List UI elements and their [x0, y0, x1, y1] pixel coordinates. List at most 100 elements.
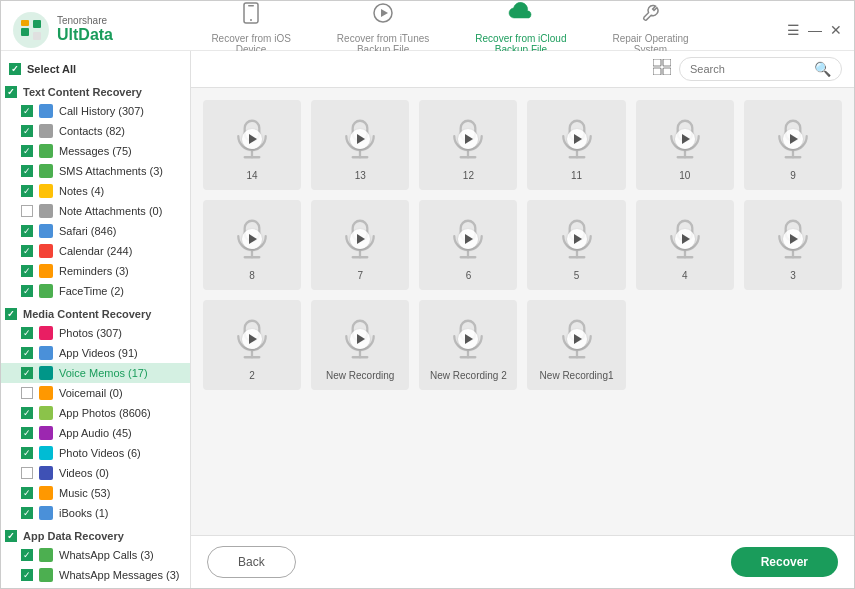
sidebar-item-app-videos[interactable]: ✓ App Videos (91)	[1, 343, 190, 363]
sms-checkbox[interactable]: ✓	[21, 165, 33, 177]
grid-item-13[interactable]: 13	[311, 100, 409, 190]
calendar-checkbox[interactable]: ✓	[21, 245, 33, 257]
play-button-8[interactable]	[242, 229, 262, 249]
back-button[interactable]: Back	[207, 546, 296, 578]
sidebar-item-voicemail[interactable]: Voicemail (0)	[1, 383, 190, 403]
facetime-checkbox[interactable]: ✓	[21, 285, 33, 297]
minimize-button[interactable]: —	[808, 22, 822, 38]
sidebar-item-voice-memos[interactable]: ✓ Voice Memos (17)	[1, 363, 190, 383]
sidebar-item-notes[interactable]: ✓ Notes (4)	[1, 181, 190, 201]
select-all-checkbox[interactable]: ✓	[9, 63, 21, 75]
safari-checkbox[interactable]: ✓	[21, 225, 33, 237]
appvideos-checkbox[interactable]: ✓	[21, 347, 33, 359]
grid-label-13: 13	[355, 170, 366, 181]
voicememos-label: Voice Memos (17)	[59, 367, 148, 379]
close-button[interactable]: ✕	[830, 22, 842, 38]
grid-item-3[interactable]: 3	[744, 200, 842, 290]
contacts-checkbox[interactable]: ✓	[21, 125, 33, 137]
text-section-checkbox[interactable]: ✓	[5, 86, 17, 98]
play-button-new-rec-2[interactable]	[458, 329, 478, 349]
sidebar-item-messages[interactable]: ✓ Messages (75)	[1, 141, 190, 161]
grid-item-new-recording[interactable]: New Recording	[311, 300, 409, 390]
videos-label: Videos (0)	[59, 467, 109, 479]
sidebar-item-note-attachments[interactable]: Note Attachments (0)	[1, 201, 190, 221]
ibooks-checkbox[interactable]: ✓	[21, 507, 33, 519]
sidebar-item-videos[interactable]: Videos (0)	[1, 463, 190, 483]
voice-memos-grid: 14 13	[203, 100, 842, 390]
call-history-icon	[39, 104, 53, 118]
select-all-row[interactable]: ✓ Select All	[1, 59, 190, 79]
play-button-12[interactable]	[458, 129, 478, 149]
photos-checkbox[interactable]: ✓	[21, 327, 33, 339]
play-button-new-rec[interactable]	[350, 329, 370, 349]
grid-item-12[interactable]: 12	[419, 100, 517, 190]
grid-item-2[interactable]: 2	[203, 300, 301, 390]
grid-item-new-recording-2[interactable]: New Recording 2	[419, 300, 517, 390]
sidebar-item-reminders[interactable]: ✓ Reminders (3)	[1, 261, 190, 281]
play-button-14[interactable]	[242, 129, 262, 149]
ibooks-icon	[39, 506, 53, 520]
grid-item-8[interactable]: 8	[203, 200, 301, 290]
sidebar-item-music[interactable]: ✓ Music (53)	[1, 483, 190, 503]
sidebar-item-sms-attachments[interactable]: ✓ SMS Attachments (3)	[1, 161, 190, 181]
voicememos-icon	[39, 366, 53, 380]
play-button-9[interactable]	[783, 129, 803, 149]
sidebar-item-photos[interactable]: ✓ Photos (307)	[1, 323, 190, 343]
voicemail-checkbox[interactable]	[21, 387, 33, 399]
play-button-7[interactable]	[350, 229, 370, 249]
sidebar-item-safari[interactable]: ✓ Safari (846)	[1, 221, 190, 241]
sidebar-item-call-history[interactable]: ✓ Call History (307)	[1, 101, 190, 121]
notes-checkbox[interactable]: ✓	[21, 185, 33, 197]
play-button-new-rec-1[interactable]	[567, 329, 587, 349]
sidebar-item-whatsapp-messages[interactable]: ✓ WhatsApp Messages (3)	[1, 565, 190, 585]
grid-item-new-recording-1[interactable]: New Recording1	[527, 300, 625, 390]
grid-item-14[interactable]: 14	[203, 100, 301, 190]
svg-rect-4	[33, 32, 41, 40]
wacalls-checkbox[interactable]: ✓	[21, 549, 33, 561]
videos-checkbox[interactable]	[21, 467, 33, 479]
play-button-2[interactable]	[242, 329, 262, 349]
grid-item-9[interactable]: 9	[744, 100, 842, 190]
sidebar-item-whatsapp-calls[interactable]: ✓ WhatsApp Calls (3)	[1, 545, 190, 565]
photovideos-checkbox[interactable]: ✓	[21, 447, 33, 459]
play-button-4[interactable]	[675, 229, 695, 249]
sidebar-item-whatsapp-attachments[interactable]: WhatsApp Attachments (0)	[1, 585, 190, 588]
reminders-checkbox[interactable]: ✓	[21, 265, 33, 277]
sidebar-item-calendar[interactable]: ✓ Calendar (244)	[1, 241, 190, 261]
play-button-10[interactable]	[675, 129, 695, 149]
sidebar-item-facetime[interactable]: ✓ FaceTime (2)	[1, 281, 190, 301]
grid-item-11[interactable]: 11	[527, 100, 625, 190]
grid-item-5[interactable]: 5	[527, 200, 625, 290]
grid-item-7[interactable]: 7	[311, 200, 409, 290]
music-checkbox[interactable]: ✓	[21, 487, 33, 499]
messages-checkbox[interactable]: ✓	[21, 145, 33, 157]
play-button-11[interactable]	[567, 129, 587, 149]
sidebar-item-app-audio[interactable]: ✓ App Audio (45)	[1, 423, 190, 443]
wamsg-checkbox[interactable]: ✓	[21, 569, 33, 581]
play-button-6[interactable]	[458, 229, 478, 249]
appphotos-checkbox[interactable]: ✓	[21, 407, 33, 419]
grid-item-4[interactable]: 4	[636, 200, 734, 290]
grid-item-6[interactable]: 6	[419, 200, 517, 290]
search-input[interactable]	[690, 63, 810, 75]
appaudio-checkbox[interactable]: ✓	[21, 427, 33, 439]
play-button-3[interactable]	[783, 229, 803, 249]
note-attach-icon	[39, 204, 53, 218]
play-button-13[interactable]	[350, 129, 370, 149]
call-history-checkbox[interactable]: ✓	[21, 105, 33, 117]
sidebar-item-photo-videos[interactable]: ✓ Photo Videos (6)	[1, 443, 190, 463]
appdata-section-checkbox[interactable]: ✓	[5, 530, 17, 542]
media-section-checkbox[interactable]: ✓	[5, 308, 17, 320]
sidebar-item-ibooks[interactable]: ✓ iBooks (1)	[1, 503, 190, 523]
voicememos-checkbox[interactable]: ✓	[21, 367, 33, 379]
sidebar-item-app-photos[interactable]: ✓ App Photos (8606)	[1, 403, 190, 423]
note-attach-checkbox[interactable]	[21, 205, 33, 217]
messages-label: Messages (75)	[59, 145, 132, 157]
play-button-5[interactable]	[567, 229, 587, 249]
mic-container-new-rec	[335, 311, 385, 366]
sidebar-item-contacts[interactable]: ✓ Contacts (82)	[1, 121, 190, 141]
menu-button[interactable]: ☰	[787, 22, 800, 38]
grid-item-10[interactable]: 10	[636, 100, 734, 190]
recover-button[interactable]: Recover	[731, 547, 838, 577]
view-toggle-button[interactable]	[653, 59, 671, 79]
